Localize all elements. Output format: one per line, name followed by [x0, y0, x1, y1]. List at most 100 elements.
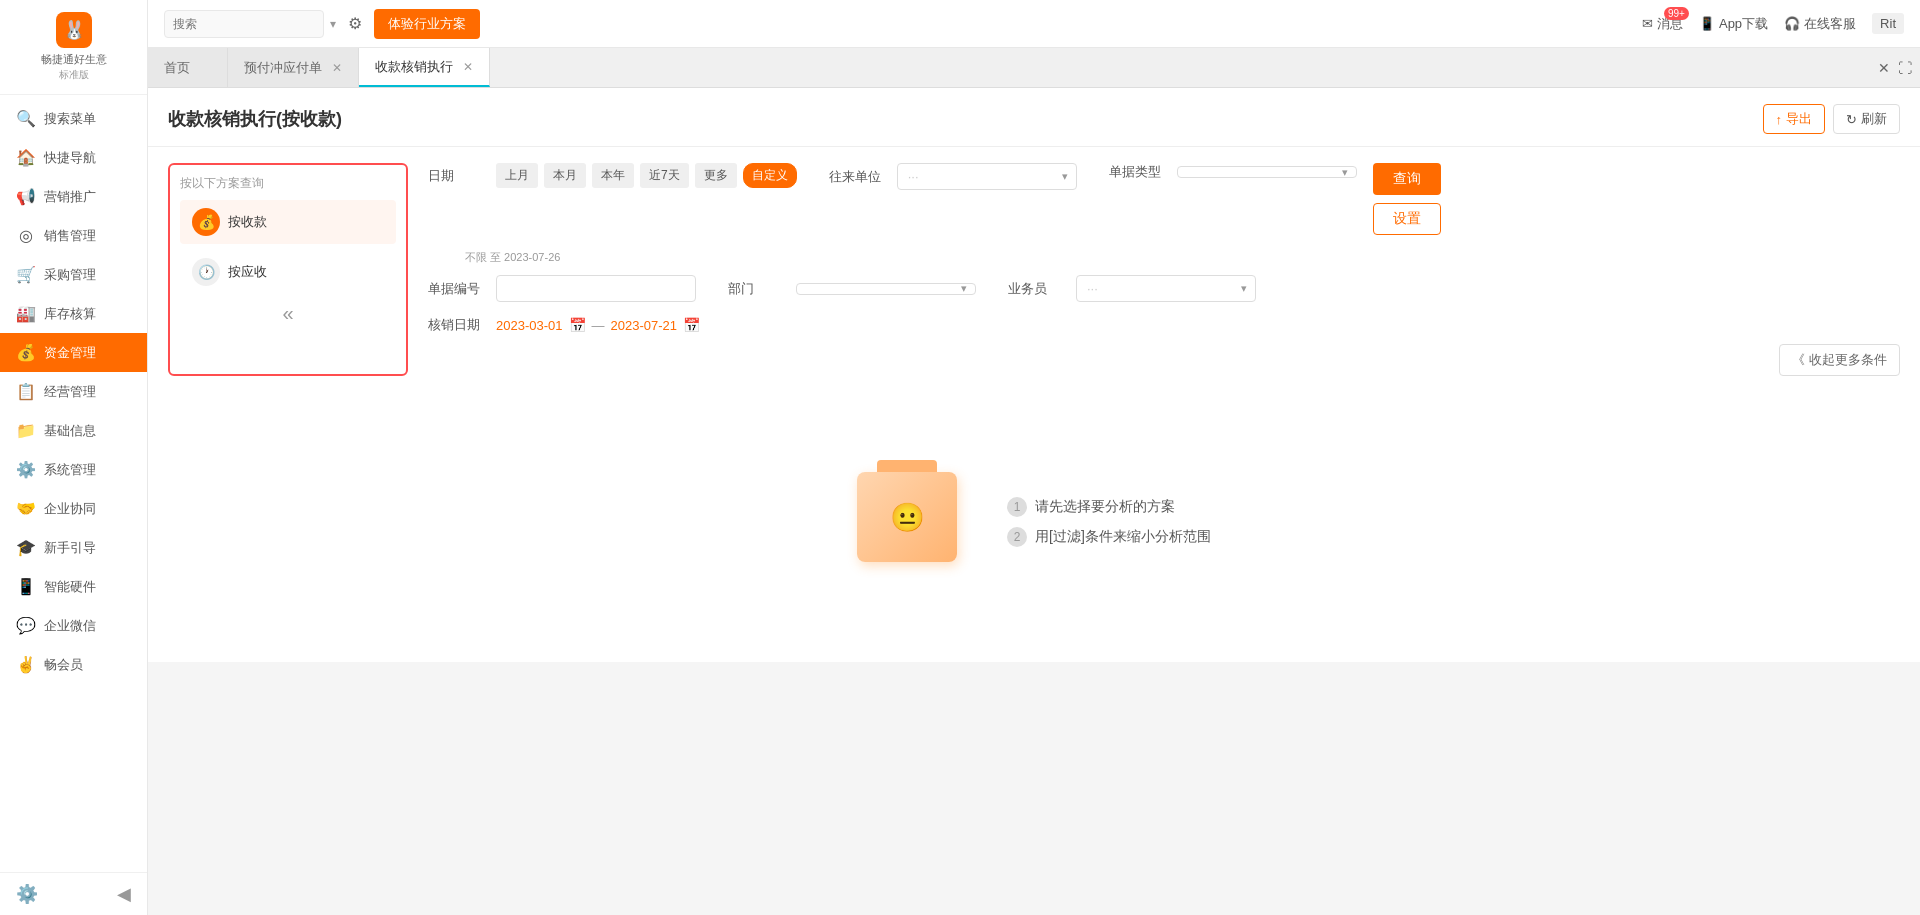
header-dropdown-icon[interactable]: ▾ [330, 17, 336, 31]
start-cal-icon[interactable]: 📅 [569, 317, 586, 333]
doc-type-label: 单据类型 [1109, 163, 1169, 181]
sidebar-label-hardware: 智能硬件 [44, 578, 96, 596]
sidebar-item-guide[interactable]: 🎓 新手引导 [0, 528, 147, 567]
sidebar-logo: 🐰 畅捷通好生意 标准版 [0, 0, 147, 95]
sidebar-label-operations: 经营管理 [44, 383, 96, 401]
shortcut-this-year[interactable]: 本年 [592, 163, 634, 188]
logo-icon: 🐰 [56, 12, 92, 48]
sidebar-label-system: 系统管理 [44, 461, 96, 479]
sidebar-item-inventory[interactable]: 🏭 库存核算 [0, 294, 147, 333]
filter-receipt-icon: 💰 [192, 208, 220, 236]
verify-date-end-value: 2023-07-21 [611, 318, 678, 333]
filter-receivable-icon: 🕐 [192, 258, 220, 286]
shortcut-this-month[interactable]: 本月 [544, 163, 586, 188]
operations-icon: 📋 [16, 382, 36, 401]
top-header: ▾ ⚙ 体验行业方案 ✉ 消息 99+ 📱 App下载 🎧 在线客服 Rit [148, 0, 1920, 48]
doc-type-select[interactable]: ▾ [1177, 166, 1357, 178]
shortcut-7days[interactable]: 近7天 [640, 163, 689, 188]
dept-select[interactable]: ▾ [796, 283, 976, 295]
query-btn[interactable]: 查询 [1373, 163, 1441, 195]
sidebar-item-quick-nav[interactable]: 🏠 快捷导航 [0, 138, 147, 177]
sidebar-label-vip: 畅会员 [44, 656, 83, 674]
filter-panel-title: 按以下方案查询 [180, 175, 396, 192]
purchase-icon: 🛒 [16, 265, 36, 284]
tab-prepay-label: 预付冲应付单 [244, 59, 322, 77]
sidebar-item-hardware[interactable]: 📱 智能硬件 [0, 567, 147, 606]
refresh-btn[interactable]: ↻ 刷新 [1833, 104, 1900, 134]
header-gear-icon[interactable]: ⚙ [348, 14, 362, 33]
tab-close-all-icon[interactable]: ✕ [1878, 60, 1890, 76]
header-search-input[interactable] [164, 10, 324, 38]
verify-date-start-value: 2023-03-01 [496, 318, 563, 333]
sidebar-label-marketing: 营销推广 [44, 188, 96, 206]
finance-icon: 💰 [16, 343, 36, 362]
basic-info-icon: 📁 [16, 421, 36, 440]
sidebar-collapse-icon[interactable]: ◀ [117, 883, 131, 905]
empty-hints: 1 请先选择要分析的方案 2 用[过滤]条件来缩小分析范围 [1007, 497, 1211, 557]
tab-collection-close-icon[interactable]: ✕ [463, 60, 473, 74]
filter-panel: 按以下方案查询 💰 按收款 🕐 按应收 « [168, 163, 408, 376]
end-cal-icon[interactable]: 📅 [683, 317, 700, 333]
message-icon: ✉ [1642, 16, 1653, 31]
shortcut-more[interactable]: 更多 [695, 163, 737, 188]
tab-prepay[interactable]: 预付冲应付单 ✕ [228, 48, 359, 87]
hardware-icon: 📱 [16, 577, 36, 596]
empty-content: 😐 1 请先选择要分析的方案 2 用[过滤]条件来缩小分析范围 [857, 472, 1211, 582]
hint-num-1: 1 [1007, 497, 1027, 517]
verify-date-group: 2023-03-01 📅 — 2023-07-21 📅 [496, 317, 700, 333]
tab-home[interactable]: 首页 [148, 48, 228, 87]
export-btn[interactable]: ↑ 导出 [1763, 104, 1826, 134]
sidebar-item-search-menu[interactable]: 🔍 搜索菜单 [0, 99, 147, 138]
date-separator: — [592, 318, 605, 333]
industry-solution-btn[interactable]: 体验行业方案 [374, 9, 480, 39]
tab-collection-label: 收款核销执行 [375, 58, 453, 76]
date-label: 日期 [428, 167, 488, 185]
enterprise-icon: 🤝 [16, 499, 36, 518]
tab-prepay-close-icon[interactable]: ✕ [332, 61, 342, 75]
marketing-icon: 📢 [16, 187, 36, 206]
filter-option-receivable[interactable]: 🕐 按应收 [180, 250, 396, 294]
phone-icon: 📱 [1699, 16, 1715, 31]
settings-btn[interactable]: 设置 [1373, 203, 1441, 235]
sidebar-item-marketing[interactable]: 📢 营销推广 [0, 177, 147, 216]
header-service-btn[interactable]: 🎧 在线客服 [1784, 15, 1856, 33]
date-shortcuts: 上月 本月 本年 近7天 更多 自定义 [496, 163, 797, 188]
sidebar-item-operations[interactable]: 📋 经营管理 [0, 372, 147, 411]
tab-collection[interactable]: 收款核销执行 ✕ [359, 48, 490, 87]
empty-box-face: 😐 [890, 501, 925, 534]
counterpart-select[interactable]: ··· ▾ [897, 163, 1077, 190]
sidebar-label-enterprise: 企业协同 [44, 500, 96, 518]
sidebar-item-basic-info[interactable]: 📁 基础信息 [0, 411, 147, 450]
staff-select[interactable]: ··· ▾ [1076, 275, 1256, 302]
hint-text-2: 用[过滤]条件来缩小分析范围 [1035, 528, 1211, 546]
inventory-icon: 🏭 [16, 304, 36, 323]
sidebar-label-purchase: 采购管理 [44, 266, 96, 284]
sidebar-item-enterprise[interactable]: 🤝 企业协同 [0, 489, 147, 528]
sidebar-label-finance: 资金管理 [44, 344, 96, 362]
sidebar-item-wechat[interactable]: 💬 企业微信 [0, 606, 147, 645]
collapse-more-btn[interactable]: 《 收起更多条件 [1779, 344, 1900, 376]
header-user[interactable]: Rit [1872, 13, 1904, 34]
sidebar-item-sales[interactable]: ◎ 销售管理 [0, 216, 147, 255]
content-header: 收款核销执行(按收款) ↑ 导出 ↻ 刷新 [148, 88, 1920, 147]
shortcut-last-month[interactable]: 上月 [496, 163, 538, 188]
sidebar-item-purchase[interactable]: 🛒 采购管理 [0, 255, 147, 294]
empty-state: 😐 1 请先选择要分析的方案 2 用[过滤]条件来缩小分析范围 [148, 392, 1920, 662]
sidebar-settings-icon[interactable]: ⚙️ [16, 883, 38, 905]
shortcut-custom[interactable]: 自定义 [743, 163, 797, 188]
tab-bar: 首页 预付冲应付单 ✕ 收款核销执行 ✕ ✕ ⛶ [148, 48, 1920, 88]
tab-bar-controls: ✕ ⛶ [1870, 48, 1920, 87]
sidebar-item-finance[interactable]: 💰 资金管理 [0, 333, 147, 372]
filter-area: 按以下方案查询 💰 按收款 🕐 按应收 « [148, 147, 1920, 392]
empty-icon-area: 😐 [857, 472, 957, 562]
refresh-icon: ↻ [1846, 112, 1857, 127]
filter-option-receipt[interactable]: 💰 按收款 [180, 200, 396, 244]
logo-badge: 标准版 [59, 68, 89, 82]
sidebar-item-vip[interactable]: ✌️ 畅会员 [0, 645, 147, 684]
header-app-btn[interactable]: 📱 App下载 [1699, 15, 1768, 33]
doc-num-input[interactable] [496, 275, 696, 302]
header-msg-btn[interactable]: ✉ 消息 99+ [1642, 15, 1683, 33]
tab-expand-icon[interactable]: ⛶ [1898, 60, 1912, 76]
panel-collapse-btn[interactable]: « [180, 302, 396, 325]
sidebar-item-system[interactable]: ⚙️ 系统管理 [0, 450, 147, 489]
